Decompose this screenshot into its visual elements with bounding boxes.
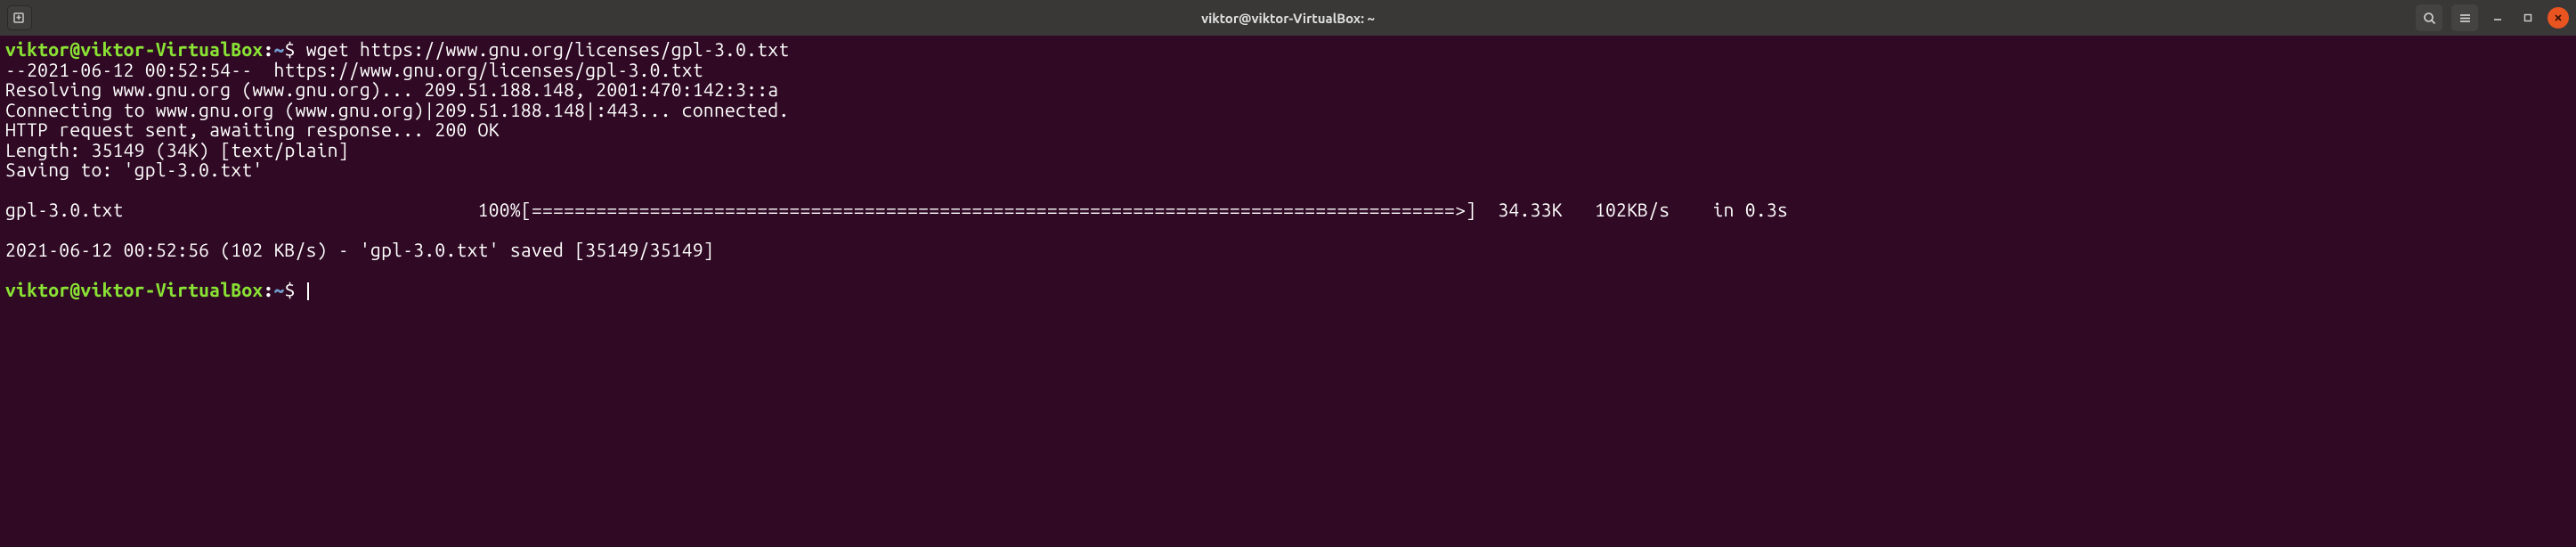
progress-time: in 0.3s xyxy=(1713,199,1788,220)
prompt-path: ~ xyxy=(274,38,285,60)
prompt-symbol: $ xyxy=(285,279,296,300)
progress-speed: 102KB/s xyxy=(1595,199,1670,220)
menu-button[interactable] xyxy=(2451,4,2478,31)
window-title: viktor@viktor-VirtualBox: ~ xyxy=(1201,11,1375,26)
progress-line: gpl-3.0.txt 100%[=======================… xyxy=(5,199,1788,220)
close-icon xyxy=(2554,13,2563,22)
output-line: Connecting to www.gnu.org (www.gnu.org)|… xyxy=(5,99,789,120)
prompt-symbol: $ xyxy=(285,38,296,60)
maximize-button[interactable] xyxy=(2517,7,2539,29)
output-line: 2021-06-12 00:52:56 (102 KB/s) - 'gpl-3.… xyxy=(5,239,714,260)
output-line: HTTP request sent, awaiting response... … xyxy=(5,118,500,140)
progress-size: 34.33K xyxy=(1498,199,1562,220)
terminal-output[interactable]: viktor@viktor-VirtualBox:~$ wget https:/… xyxy=(0,36,2576,304)
new-tab-icon xyxy=(13,12,26,24)
output-line: --2021-06-12 00:52:54-- https://www.gnu.… xyxy=(5,59,703,80)
minimize-button[interactable] xyxy=(2487,7,2508,29)
close-button[interactable] xyxy=(2548,7,2569,29)
search-button[interactable] xyxy=(2416,4,2442,31)
progress-bar: [=======================================… xyxy=(521,199,1476,220)
prompt-userhost: viktor@viktor-VirtualBox xyxy=(5,279,263,300)
maximize-icon xyxy=(2523,13,2532,22)
output-line: Length: 35149 (34K) [text/plain] xyxy=(5,139,349,160)
new-tab-button[interactable] xyxy=(7,5,32,30)
prompt-sep: : xyxy=(263,279,273,300)
prompt-userhost: viktor@viktor-VirtualBox xyxy=(5,38,263,60)
progress-file: gpl-3.0.txt xyxy=(5,199,124,220)
hamburger-icon xyxy=(2458,12,2472,25)
cursor xyxy=(307,282,309,300)
search-icon xyxy=(2423,12,2436,25)
progress-pct: 100% xyxy=(478,199,521,220)
command-text: wget https://www.gnu.org/licenses/gpl-3.… xyxy=(306,38,790,60)
titlebar-right-group xyxy=(2416,4,2569,31)
minimize-icon xyxy=(2493,13,2502,22)
prompt-line: viktor@viktor-VirtualBox:~$ xyxy=(5,279,309,300)
output-line: Saving to: 'gpl-3.0.txt' xyxy=(5,159,263,180)
window-titlebar: viktor@viktor-VirtualBox: ~ xyxy=(0,0,2576,36)
prompt-sep: : xyxy=(263,38,273,60)
prompt-line: viktor@viktor-VirtualBox:~$ wget https:/… xyxy=(5,38,789,60)
prompt-path: ~ xyxy=(274,279,285,300)
output-line: Resolving www.gnu.org (www.gnu.org)... 2… xyxy=(5,78,778,100)
titlebar-left-group xyxy=(7,5,32,30)
